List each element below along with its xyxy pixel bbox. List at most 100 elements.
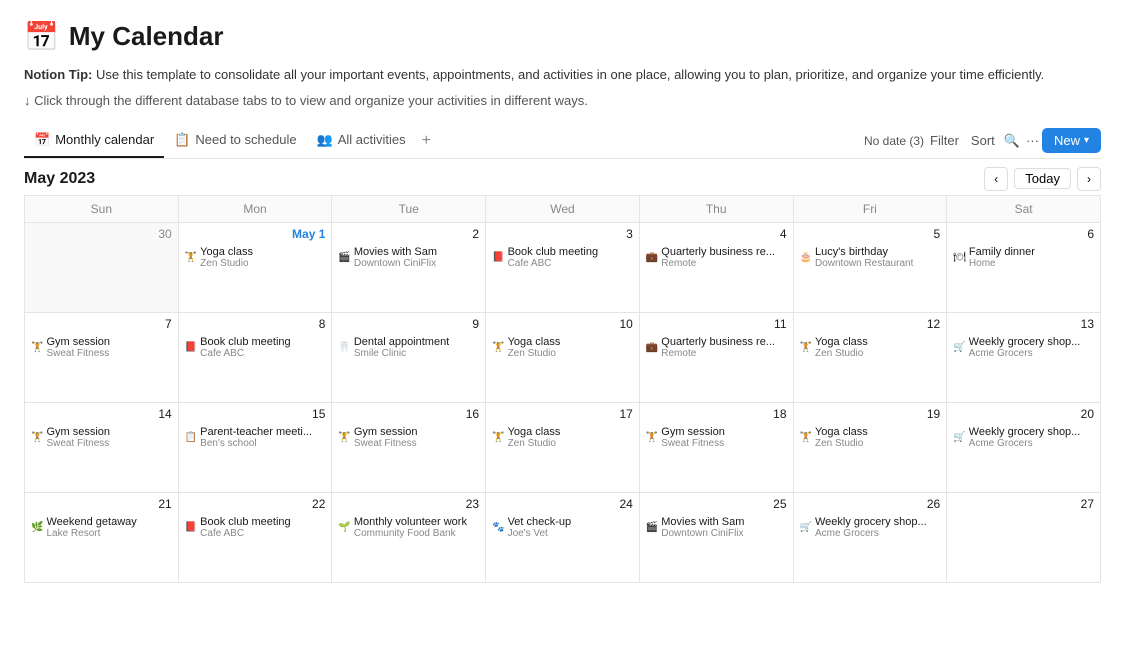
calendar-day-30[interactable]: 30: [25, 222, 179, 312]
calendar-day-26[interactable]: 26 🛒 Weekly grocery shop... Acme Grocers: [793, 492, 947, 582]
today-button[interactable]: Today: [1014, 168, 1071, 189]
gym-icon: 🏋: [646, 432, 658, 443]
event-title: Book club meeting: [508, 246, 599, 258]
calendar-day-6[interactable]: 6 🍽 Family dinner Home: [947, 222, 1101, 312]
calendar-day-16[interactable]: 16 🏋 Gym session Sweat Fitness: [332, 402, 486, 492]
event-title: Yoga class: [815, 426, 868, 438]
calendar-day-3[interactable]: 3 📕 Book club meeting Cafe ABC: [486, 222, 640, 312]
calendar-day-20[interactable]: 20 🛒 Weekly grocery shop... Acme Grocers: [947, 402, 1101, 492]
day-number: 25: [644, 497, 789, 511]
event-sub: Community Food Bank: [354, 528, 467, 539]
day-number: 19: [798, 407, 943, 421]
list-item[interactable]: 📕 Book club meeting Cafe ABC: [183, 515, 328, 540]
calendar-day-11[interactable]: 11 💼 Quarterly business re... Remote: [639, 312, 793, 402]
calendar-day-12[interactable]: 12 🏋 Yoga class Zen Studio: [793, 312, 947, 402]
grocery-icon: 🛒: [953, 342, 965, 353]
list-item[interactable]: 🎬 Movies with Sam Downtown CiniFlix: [644, 515, 789, 540]
list-item[interactable]: 🐾 Vet check-up Joe's Vet: [490, 515, 635, 540]
calendar-day-17[interactable]: 17 🏋 Yoga class Zen Studio: [486, 402, 640, 492]
tab-monthly-calendar[interactable]: 📅 Monthly calendar: [24, 124, 164, 158]
event-title: Monthly volunteer work: [354, 516, 467, 528]
list-item[interactable]: 🏋 Yoga class Zen Studio: [490, 335, 635, 360]
list-item[interactable]: 🍽 Family dinner Home: [951, 245, 1096, 270]
calendar-day-9[interactable]: 9 🦷 Dental appointment Smile Clinic: [332, 312, 486, 402]
col-sun: Sun: [25, 195, 179, 222]
tab-bar: 📅 Monthly calendar 📋 Need to schedule 👥 …: [24, 124, 1101, 159]
event-title: Vet check-up: [508, 516, 572, 528]
filter-button[interactable]: Filter: [924, 130, 965, 151]
day-number: 4: [644, 227, 789, 241]
volunteer-icon: 🌱: [338, 522, 350, 533]
calendar-day-4[interactable]: 4 💼 Quarterly business re... Remote: [639, 222, 793, 312]
tab-all-activities[interactable]: 👥 All activities: [307, 124, 416, 158]
calendar-day-27[interactable]: 27: [947, 492, 1101, 582]
search-icon[interactable]: 🔍: [1001, 130, 1023, 152]
list-item[interactable]: 📕 Book club meeting Cafe ABC: [183, 335, 328, 360]
week-row: 30 May 1 🏋 Yoga class Zen Studio 2: [25, 222, 1101, 312]
day-number: 30: [29, 227, 174, 241]
day-number: 17: [490, 407, 635, 421]
event-title: Parent-teacher meeti...: [200, 426, 312, 438]
calendar-day-7[interactable]: 7 🏋 Gym session Sweat Fitness: [25, 312, 179, 402]
calendar-day-2[interactable]: 2 🎬 Movies with Sam Downtown CiniFlix: [332, 222, 486, 312]
tab-all-label: All activities: [338, 132, 406, 147]
calendar-day-25[interactable]: 25 🎬 Movies with Sam Downtown CiniFlix: [639, 492, 793, 582]
list-item[interactable]: 🛒 Weekly grocery shop... Acme Grocers: [951, 335, 1096, 360]
list-item[interactable]: 🏋 Yoga class Zen Studio: [183, 245, 328, 270]
list-item[interactable]: 🏋 Yoga class Zen Studio: [798, 425, 943, 450]
next-month-button[interactable]: ›: [1077, 167, 1101, 191]
calendar-day-5[interactable]: 5 🎂 Lucy's birthday Downtown Restaurant: [793, 222, 947, 312]
calendar-day-13[interactable]: 13 🛒 Weekly grocery shop... Acme Grocers: [947, 312, 1101, 402]
calendar-day-14[interactable]: 14 🏋 Gym session Sweat Fitness: [25, 402, 179, 492]
list-item[interactable]: 🏋 Gym session Sweat Fitness: [29, 335, 174, 360]
calendar-day-24[interactable]: 24 🐾 Vet check-up Joe's Vet: [486, 492, 640, 582]
list-item[interactable]: 💼 Quarterly business re... Remote: [644, 245, 789, 270]
list-item[interactable]: 🏋 Yoga class Zen Studio: [490, 425, 635, 450]
yoga-icon: 🏋: [492, 342, 504, 353]
list-item[interactable]: 🏋 Yoga class Zen Studio: [798, 335, 943, 360]
calendar-day-10[interactable]: 10 🏋 Yoga class Zen Studio: [486, 312, 640, 402]
calendar-day-15[interactable]: 15 📋 Parent-teacher meeti... Ben's schoo…: [178, 402, 332, 492]
col-fri: Fri: [793, 195, 947, 222]
day-number: 20: [951, 407, 1096, 421]
event-title: Family dinner: [969, 246, 1035, 258]
add-tab-button[interactable]: +: [416, 124, 437, 158]
calendar-day-21[interactable]: 21 🌿 Weekend getaway Lake Resort: [25, 492, 179, 582]
calendar-day-18[interactable]: 18 🏋 Gym session Sweat Fitness: [639, 402, 793, 492]
event-title: Book club meeting: [200, 336, 291, 348]
new-button[interactable]: New ▾: [1042, 128, 1101, 153]
list-item[interactable]: 📋 Parent-teacher meeti... Ben's school: [183, 425, 328, 450]
prev-month-button[interactable]: ‹: [984, 167, 1008, 191]
day-number: 16: [336, 407, 481, 421]
list-item[interactable]: 🌿 Weekend getaway Lake Resort: [29, 515, 174, 540]
list-item[interactable]: 🏋 Gym session Sweat Fitness: [336, 425, 481, 450]
dental-icon: 🦷: [338, 342, 350, 353]
event-title: Gym session: [46, 426, 110, 438]
list-item[interactable]: 🏋 Gym session Sweat Fitness: [644, 425, 789, 450]
list-item[interactable]: 📕 Book club meeting Cafe ABC: [490, 245, 635, 270]
calendar-day-8[interactable]: 8 📕 Book club meeting Cafe ABC: [178, 312, 332, 402]
list-item[interactable]: 🌱 Monthly volunteer work Community Food …: [336, 515, 481, 540]
calendar-day-23[interactable]: 23 🌱 Monthly volunteer work Community Fo…: [332, 492, 486, 582]
calendar-day-22[interactable]: 22 📕 Book club meeting Cafe ABC: [178, 492, 332, 582]
calendar-table: Sun Mon Tue Wed Thu Fri Sat 30 May 1 🏋: [24, 195, 1101, 583]
list-item[interactable]: 🎬 Movies with Sam Downtown CiniFlix: [336, 245, 481, 270]
list-item[interactable]: 🎂 Lucy's birthday Downtown Restaurant: [798, 245, 943, 270]
list-item[interactable]: 🏋 Gym session Sweat Fitness: [29, 425, 174, 450]
tab-need-to-schedule[interactable]: 📋 Need to schedule: [164, 124, 306, 158]
calendar-day-may1[interactable]: May 1 🏋 Yoga class Zen Studio: [178, 222, 332, 312]
event-title: Weekend getaway: [46, 516, 136, 528]
event-sub: Remote: [661, 258, 775, 269]
list-item[interactable]: 💼 Quarterly business re... Remote: [644, 335, 789, 360]
col-wed: Wed: [486, 195, 640, 222]
list-item[interactable]: 🛒 Weekly grocery shop... Acme Grocers: [951, 425, 1096, 450]
more-options-button[interactable]: ···: [1023, 130, 1042, 151]
sort-button[interactable]: Sort: [965, 130, 1001, 151]
day-number: 27: [951, 497, 1096, 511]
calendar-day-19[interactable]: 19 🏋 Yoga class Zen Studio: [793, 402, 947, 492]
list-item[interactable]: 🛒 Weekly grocery shop... Acme Grocers: [798, 515, 943, 540]
list-item[interactable]: 🦷 Dental appointment Smile Clinic: [336, 335, 481, 360]
new-label: New: [1054, 133, 1080, 148]
calendar-header: May 2023 ‹ Today ›: [24, 159, 1101, 195]
no-date-badge[interactable]: No date (3): [864, 134, 924, 148]
